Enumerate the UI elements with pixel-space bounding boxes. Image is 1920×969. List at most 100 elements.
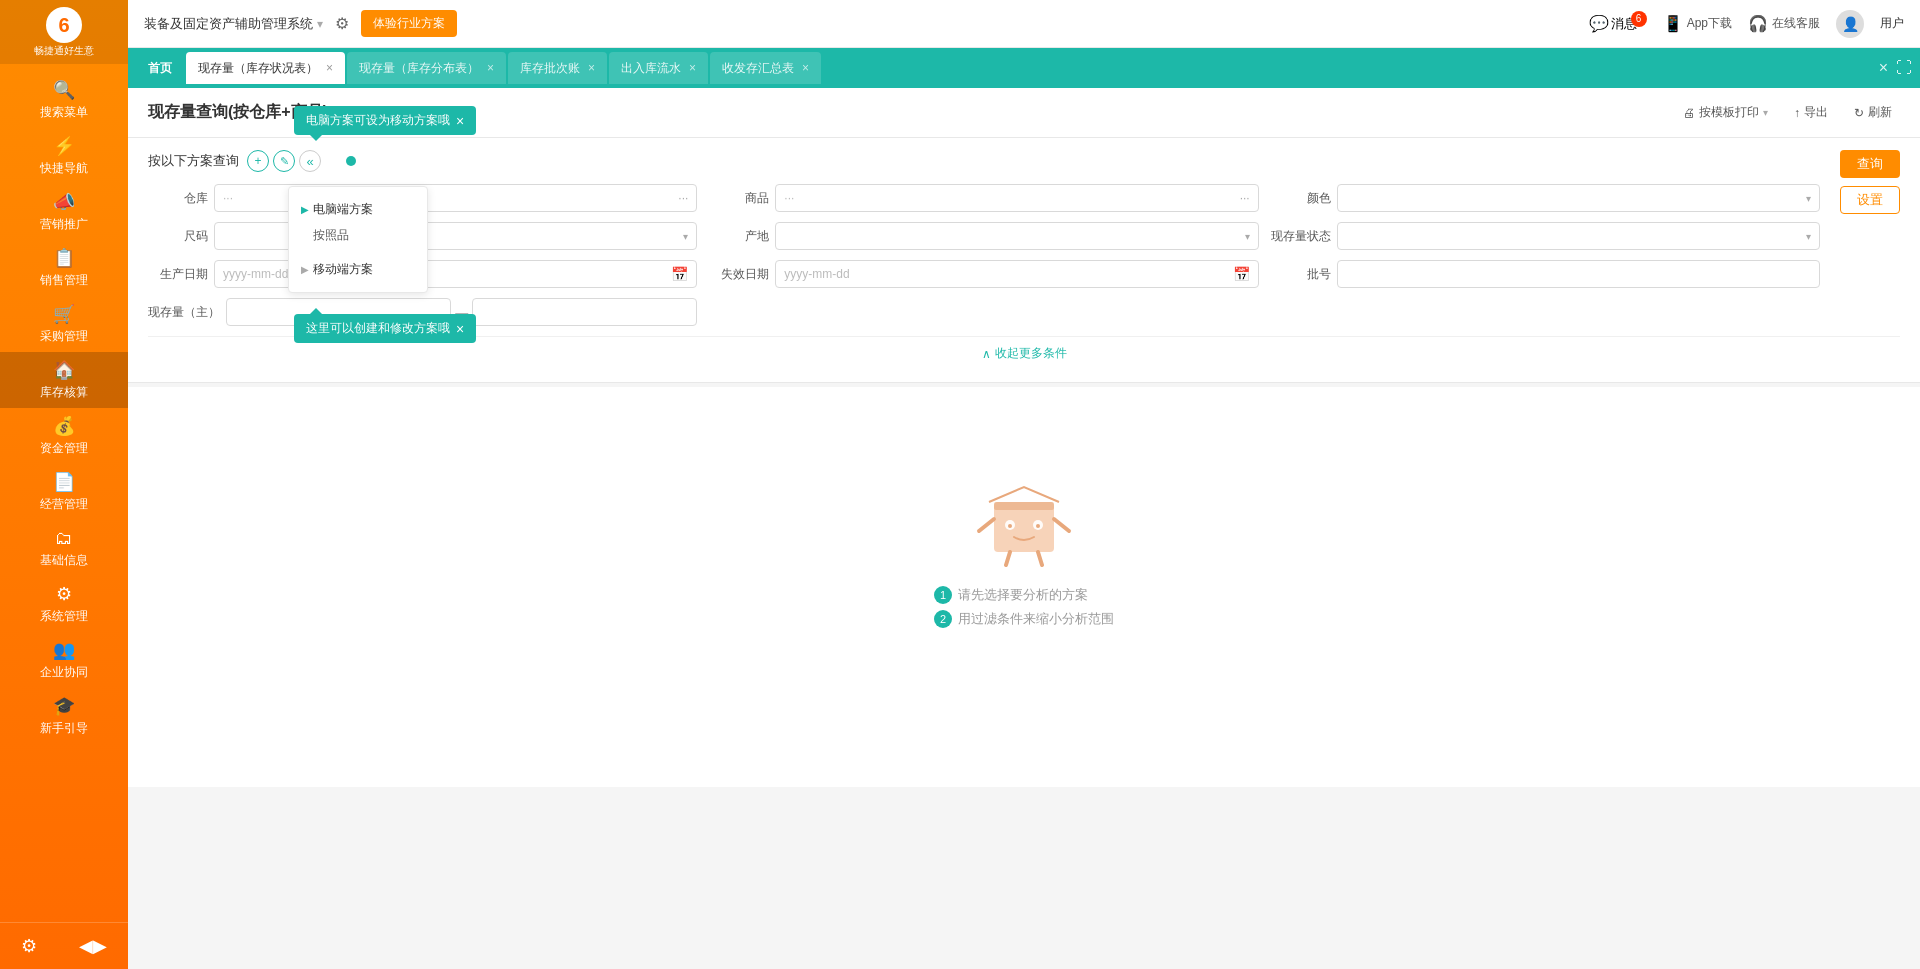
batch-no-input[interactable] <box>1337 260 1820 288</box>
sidebar-item-marketing[interactable]: 📣 营销推广 <box>0 184 128 240</box>
trial-button[interactable]: 体验行业方案 <box>361 10 457 37</box>
tooltip-close-icon[interactable]: × <box>456 321 464 337</box>
empty-state-container: 1 请先选择要分析的方案 2 用过滤条件来缩小分析范围 <box>128 387 1920 787</box>
purchase-icon: 🛒 <box>53 303 75 325</box>
app-download-action[interactable]: 📱 App下载 <box>1663 14 1732 33</box>
scheme-item-product[interactable]: 按照品 <box>289 222 427 249</box>
tab-close-icon[interactable]: × <box>802 61 809 75</box>
sidebar-item-sales[interactable]: 📋 销售管理 <box>0 240 128 296</box>
tab-label: 现存量（库存分布表） <box>359 60 479 77</box>
collapse-icon[interactable]: ◀▶ <box>79 935 107 957</box>
tip-num-1: 1 <box>934 586 952 604</box>
tab-close-icon[interactable]: × <box>588 61 595 75</box>
produce-date-value: yyyy-mm-dd <box>223 267 288 281</box>
scheme-group-mobile-title[interactable]: ▶ 移动端方案 <box>289 257 427 282</box>
settings-icon[interactable]: ⚙ <box>21 935 37 957</box>
tooltip-scheme-create: 这里可以创建和修改方案哦 × <box>294 314 476 343</box>
service-label: 在线客服 <box>1772 15 1820 32</box>
query-header-buttons: + ✎ « <box>247 150 321 172</box>
sidebar-item-label: 销售管理 <box>40 272 88 289</box>
tab-home-label: 首页 <box>148 60 172 77</box>
tab-inventory-status[interactable]: 现存量（库存状况表） × <box>186 52 345 84</box>
add-scheme-button[interactable]: + <box>247 150 269 172</box>
sidebar-item-finance[interactable]: 💰 资金管理 <box>0 408 128 464</box>
print-icon: 🖨 <box>1683 106 1695 120</box>
sidebar-item-label: 新手引导 <box>40 720 88 737</box>
logo-icon: 6 <box>46 7 82 43</box>
size-select[interactable]: ▾ <box>214 222 697 250</box>
refresh-label: 刷新 <box>1868 104 1892 121</box>
tab-batch[interactable]: 库存批次账 × <box>508 52 607 84</box>
color-select[interactable]: ▾ <box>1337 184 1820 212</box>
scheme-group-desktop-title[interactable]: ▶ 电脑端方案 <box>289 197 427 222</box>
scheme-list-button[interactable]: « <box>299 150 321 172</box>
sidebar-item-quick-nav[interactable]: ⚡ 快捷导航 <box>0 128 128 184</box>
sidebar-item-inventory[interactable]: 🏠 库存核算 <box>0 352 128 408</box>
sidebar-item-guide[interactable]: 🎓 新手引导 <box>0 688 128 744</box>
sidebar-item-enterprise[interactable]: 👥 企业协同 <box>0 632 128 688</box>
system-name: 装备及固定资产辅助管理系统 <box>144 15 313 33</box>
query-header: 按以下方案查询 + ✎ « 电脑方案可设为移动方案哦 × ▶ <box>148 150 1900 172</box>
scheme-dropdown: ▶ 电脑端方案 按照品 ▶ 移动端方案 <box>288 186 428 293</box>
expire-date-input[interactable]: yyyy-mm-dd 📅 <box>775 260 1258 288</box>
arrow-left-icon: « <box>306 154 313 169</box>
app-label: App下载 <box>1687 15 1732 32</box>
sidebar: 6 畅捷通好生意 🔍 搜索菜单 ⚡ 快捷导航 📣 营销推广 📋 销售管理 🛒 采… <box>0 0 128 969</box>
sidebar-item-operations[interactable]: 📄 经营管理 <box>0 464 128 520</box>
empty-tips: 1 请先选择要分析的方案 2 用过滤条件来缩小分析范围 <box>934 586 1114 628</box>
produce-date-input[interactable]: yyyy-mm-dd 📅 <box>214 260 697 288</box>
tab-close-icon[interactable]: × <box>326 61 333 75</box>
tooltip-close-icon[interactable]: × <box>456 113 464 129</box>
chevron-down-icon: ▾ <box>1763 107 1768 118</box>
origin-label: 产地 <box>709 228 769 245</box>
guide-icon: 🎓 <box>53 695 75 717</box>
print-button[interactable]: 🖨 按模板打印 ▾ <box>1675 100 1776 125</box>
fullscreen-icon[interactable]: ⛶ <box>1896 59 1912 77</box>
headset-icon: 🎧 <box>1748 14 1768 33</box>
gear-icon[interactable]: ⚙ <box>335 14 349 33</box>
product-input[interactable]: ··· ··· <box>775 184 1258 212</box>
sidebar-item-purchase[interactable]: 🛒 采购管理 <box>0 296 128 352</box>
close-all-tabs-icon[interactable]: × <box>1879 59 1888 77</box>
message-icon: 💬 <box>1589 14 1609 33</box>
header-left: 装备及固定资产辅助管理系统 ▾ ⚙ 体验行业方案 <box>144 10 457 37</box>
avatar-icon: 👤 <box>1842 16 1859 32</box>
chevron-down-icon: ▾ <box>683 231 688 242</box>
sidebar-bottom: ⚙ ◀▶ <box>0 922 128 969</box>
tooltip-scheme-convert: 电脑方案可设为移动方案哦 × <box>294 106 476 135</box>
system-selector[interactable]: 装备及固定资产辅助管理系统 ▾ <box>144 15 323 33</box>
tab-flow[interactable]: 出入库流水 × <box>609 52 708 84</box>
dots-icon: ··· <box>1240 191 1250 205</box>
stock-qty-max-input[interactable] <box>472 298 697 326</box>
chevron-down-icon: ▾ <box>1806 231 1811 242</box>
service-action[interactable]: 🎧 在线客服 <box>1748 14 1820 33</box>
produce-date-label: 生产日期 <box>148 266 208 283</box>
tab-inventory-dist[interactable]: 现存量（库存分布表） × <box>347 52 506 84</box>
tooltip-text: 电脑方案可设为移动方案哦 <box>306 112 450 129</box>
tab-summary[interactable]: 收发存汇总表 × <box>710 52 821 84</box>
svg-line-7 <box>1054 519 1069 531</box>
chevron-down-icon: ▾ <box>1806 193 1811 204</box>
sidebar-item-system[interactable]: ⚙ 系统管理 <box>0 576 128 632</box>
sidebar-item-label: 库存核算 <box>40 384 88 401</box>
product-label: 商品 <box>709 190 769 207</box>
sidebar-item-search[interactable]: 🔍 搜索菜单 <box>0 72 128 128</box>
username[interactable]: 用户 <box>1880 15 1904 32</box>
chevron-down-icon: ▾ <box>1245 231 1250 242</box>
tab-close-icon[interactable]: × <box>487 61 494 75</box>
sidebar-item-basic-info[interactable]: 🗂 基础信息 <box>0 520 128 576</box>
refresh-button[interactable]: ↻ 刷新 <box>1846 100 1900 125</box>
sidebar-item-label: 快捷导航 <box>40 160 88 177</box>
dots-icon: ··· <box>678 191 688 205</box>
origin-select[interactable]: ▾ <box>775 222 1258 250</box>
warehouse-input[interactable]: ··· ··· <box>214 184 697 212</box>
stock-status-select[interactable]: ▾ <box>1337 222 1820 250</box>
tab-close-icon[interactable]: × <box>689 61 696 75</box>
empty-illustration <box>964 467 1084 570</box>
edit-scheme-button[interactable]: ✎ <box>273 150 295 172</box>
message-action[interactable]: 💬 消息 6 <box>1589 14 1647 33</box>
sidebar-item-label: 企业协同 <box>40 664 88 681</box>
setting-button[interactable]: 设置 <box>1840 186 1900 214</box>
export-button[interactable]: ↑ 导出 <box>1786 100 1836 125</box>
tab-home[interactable]: 首页 <box>136 52 184 84</box>
